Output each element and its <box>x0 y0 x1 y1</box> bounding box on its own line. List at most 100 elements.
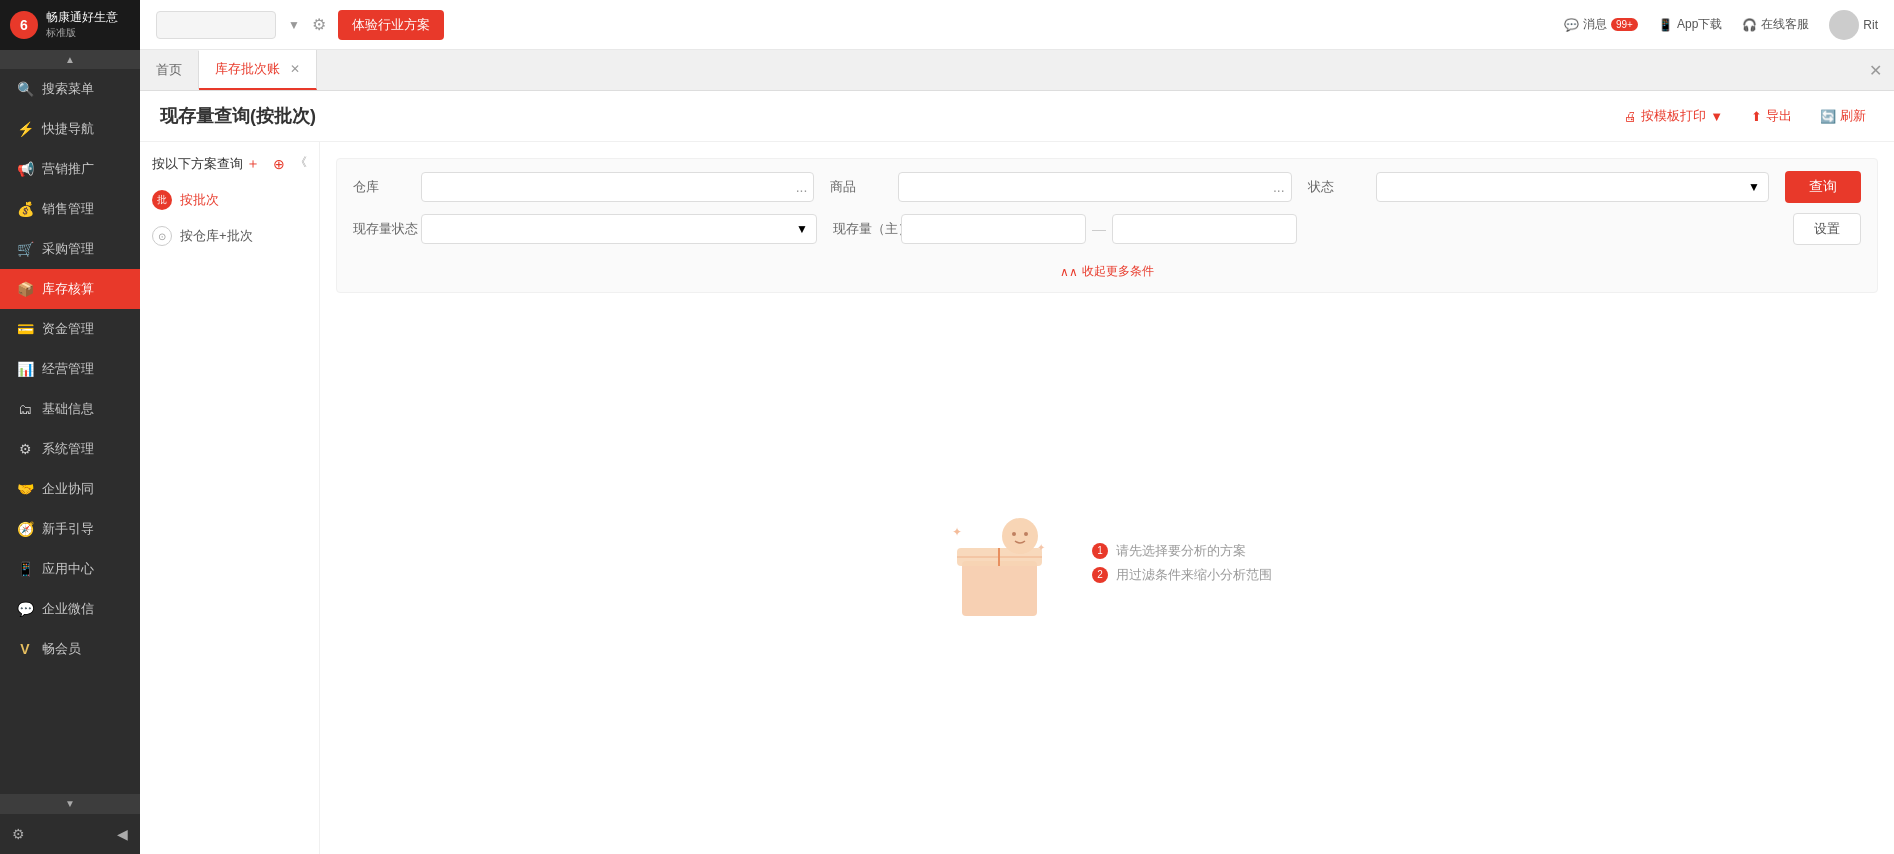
plan-item-batch[interactable]: 批 按批次 <box>140 182 319 218</box>
sidebar-item-search[interactable]: 🔍 搜索菜单 <box>0 69 140 109</box>
query-button[interactable]: 查询 <box>1785 171 1861 203</box>
sidebar-scroll-up[interactable]: ▲ <box>0 50 140 69</box>
warehouse-batch-plan-icon: ⊙ <box>152 226 172 246</box>
demo-industry-button[interactable]: 体验行业方案 <box>338 10 444 40</box>
page-title: 现存量查询(按批次) <box>160 104 316 128</box>
settings-gear-icon[interactable]: ⚙ <box>312 15 326 34</box>
sidebar-item-label: 搜索菜单 <box>42 80 94 98</box>
sidebar-item-label: 快捷导航 <box>42 120 94 138</box>
sidebar-item-vip[interactable]: V 畅会员 <box>0 629 140 669</box>
inventory-icon: 📦 <box>16 280 34 298</box>
customer-service-icon: 🎧 <box>1742 18 1757 32</box>
top-header-right: 💬 消息 99+ 📱 App下载 🎧 在线客服 Rit <box>1564 10 1878 40</box>
sidebar-item-app-center[interactable]: 📱 应用中心 <box>0 549 140 589</box>
sidebar-item-basics[interactable]: 🗂 基础信息 <box>0 389 140 429</box>
inventory-qty-filter: 现存量（主） — <box>833 214 1297 244</box>
product-input-container: ... <box>898 172 1291 202</box>
warehouse-input-container: ... <box>421 172 814 202</box>
user-profile[interactable]: Rit <box>1829 10 1878 40</box>
sidebar-item-label: 采购管理 <box>42 240 94 258</box>
left-panel-title: 按以下方案查询 <box>152 155 243 173</box>
status-select[interactable]: ▼ <box>1376 172 1769 202</box>
sidebar-item-finance[interactable]: 💳 资金管理 <box>0 309 140 349</box>
sidebar-item-label: 营销推广 <box>42 160 94 178</box>
sidebar-item-newbie[interactable]: 🧭 新手引导 <box>0 509 140 549</box>
print-icon: 🖨 <box>1624 109 1637 124</box>
step-1-number: 1 <box>1092 543 1108 559</box>
collapse-sidebar-button[interactable]: ◀ <box>113 822 132 846</box>
warehouse-dots-button[interactable]: ... <box>790 179 814 195</box>
warehouse-input[interactable] <box>422 180 790 194</box>
filter-row-2: 现存量状态 ▼ 现存量（主） — <box>353 213 1861 245</box>
settings-footer-button[interactable]: ⚙ <box>8 822 29 846</box>
tab-bar: 首页 库存批次账 ✕ ✕ <box>140 50 1894 91</box>
warehouse-label: 仓库 <box>353 178 413 196</box>
product-dots-button[interactable]: ... <box>1267 179 1291 195</box>
export-icon: ⬆ <box>1751 109 1762 124</box>
sidebar-item-label: 应用中心 <box>42 560 94 578</box>
sidebar-item-system[interactable]: ⚙ 系统管理 <box>0 429 140 469</box>
settings-button[interactable]: 设置 <box>1793 213 1861 245</box>
status-filter: 状态 ▼ <box>1308 172 1769 202</box>
search-icon: 🔍 <box>16 80 34 98</box>
main-area: ▼ ⚙ 体验行业方案 💬 消息 99+ 📱 App下载 🎧 在线客服 Rit <box>140 0 1894 854</box>
inventory-qty-min-input[interactable] <box>901 214 1086 244</box>
filter-section: 仓库 ... 商品 ... <box>336 158 1878 293</box>
customer-service-action[interactable]: 🎧 在线客服 <box>1742 16 1809 33</box>
empty-step-1: 1 请先选择要分析的方案 <box>1092 542 1272 560</box>
tab-close-button[interactable]: ✕ <box>290 62 300 76</box>
content-header: 现存量查询(按批次) 🖨 按模板打印 ▼ ⬆ 导出 🔄 刷新 <box>140 91 1894 142</box>
app-download-action[interactable]: 📱 App下载 <box>1658 16 1722 33</box>
basics-icon: 🗂 <box>16 400 34 418</box>
app-logo: 6 <box>10 11 38 39</box>
product-input[interactable] <box>899 180 1267 194</box>
export-button[interactable]: ⬆ 导出 <box>1743 103 1800 129</box>
inventory-status-filter: 现存量状态 ▼ <box>353 214 817 244</box>
tab-home[interactable]: 首页 <box>140 51 199 89</box>
sidebar-item-sales[interactable]: 💰 销售管理 <box>0 189 140 229</box>
user-name: Rit <box>1863 18 1878 32</box>
sidebar-item-label: 畅会员 <box>42 640 81 658</box>
sidebar-item-operation[interactable]: 📊 经营管理 <box>0 349 140 389</box>
search-chevron-icon[interactable]: ▼ <box>288 18 300 32</box>
add-plan-button[interactable]: ＋ <box>243 154 263 174</box>
refresh-button[interactable]: 🔄 刷新 <box>1812 103 1874 129</box>
quick-nav-icon: ⚡ <box>16 120 34 138</box>
sidebar-item-label: 基础信息 <box>42 400 94 418</box>
app-download-icon: 📱 <box>1658 18 1673 32</box>
tab-batch-account[interactable]: 库存批次账 ✕ <box>199 50 317 90</box>
plan-item-warehouse-batch[interactable]: ⊙ 按仓库+批次 <box>140 218 319 254</box>
plan-label: 按批次 <box>180 191 219 209</box>
collapse-more-button[interactable]: ∧∧ 收起更多条件 <box>353 255 1861 280</box>
inventory-status-select[interactable]: ▼ <box>421 214 817 244</box>
sales-icon: 💰 <box>16 200 34 218</box>
sidebar-item-enterprise[interactable]: 🤝 企业协同 <box>0 469 140 509</box>
sidebar-item-label: 企业协同 <box>42 480 94 498</box>
close-panel-button[interactable]: ✕ <box>1865 57 1886 84</box>
content-area: 现存量查询(按批次) 🖨 按模板打印 ▼ ⬆ 导出 🔄 刷新 <box>140 91 1894 854</box>
left-panel-actions: ＋ ⊕ 《 <box>243 154 307 174</box>
sidebar-footer: ⚙ ◀ <box>0 813 140 854</box>
inventory-qty-max-input[interactable] <box>1112 214 1297 244</box>
sidebar-scroll-down[interactable]: ▼ <box>0 794 140 813</box>
sidebar-item-quick-nav[interactable]: ⚡ 快捷导航 <box>0 109 140 149</box>
action-btns: 查询 <box>1785 171 1861 203</box>
plan-settings-button[interactable]: ⊕ <box>269 154 289 174</box>
top-header: ▼ ⚙ 体验行业方案 💬 消息 99+ 📱 App下载 🎧 在线客服 Rit <box>140 0 1894 50</box>
top-search-input[interactable] <box>156 11 276 39</box>
empty-step-2: 2 用过滤条件来缩小分析范围 <box>1092 566 1272 584</box>
sidebar-item-inventory[interactable]: 📦 库存核算 <box>0 269 140 309</box>
right-panel: 仓库 ... 商品 ... <box>320 142 1894 854</box>
sidebar-item-label: 库存核算 <box>42 280 94 298</box>
sidebar-item-wechat[interactable]: 💬 企业微信 <box>0 589 140 629</box>
status-label: 状态 <box>1308 178 1368 196</box>
batch-plan-icon: 批 <box>152 190 172 210</box>
collapse-panel-icon[interactable]: 《 <box>295 154 307 174</box>
sidebar-item-marketing[interactable]: 📢 营销推广 <box>0 149 140 189</box>
print-button[interactable]: 🖨 按模板打印 ▼ <box>1616 103 1731 129</box>
messages-action[interactable]: 💬 消息 99+ <box>1564 16 1638 33</box>
sidebar-item-purchase[interactable]: 🛒 采购管理 <box>0 229 140 269</box>
sidebar-item-label: 企业微信 <box>42 600 94 618</box>
filter-row-1: 仓库 ... 商品 ... <box>353 171 1861 203</box>
empty-svg: ✦ ✦ <box>942 506 1062 626</box>
